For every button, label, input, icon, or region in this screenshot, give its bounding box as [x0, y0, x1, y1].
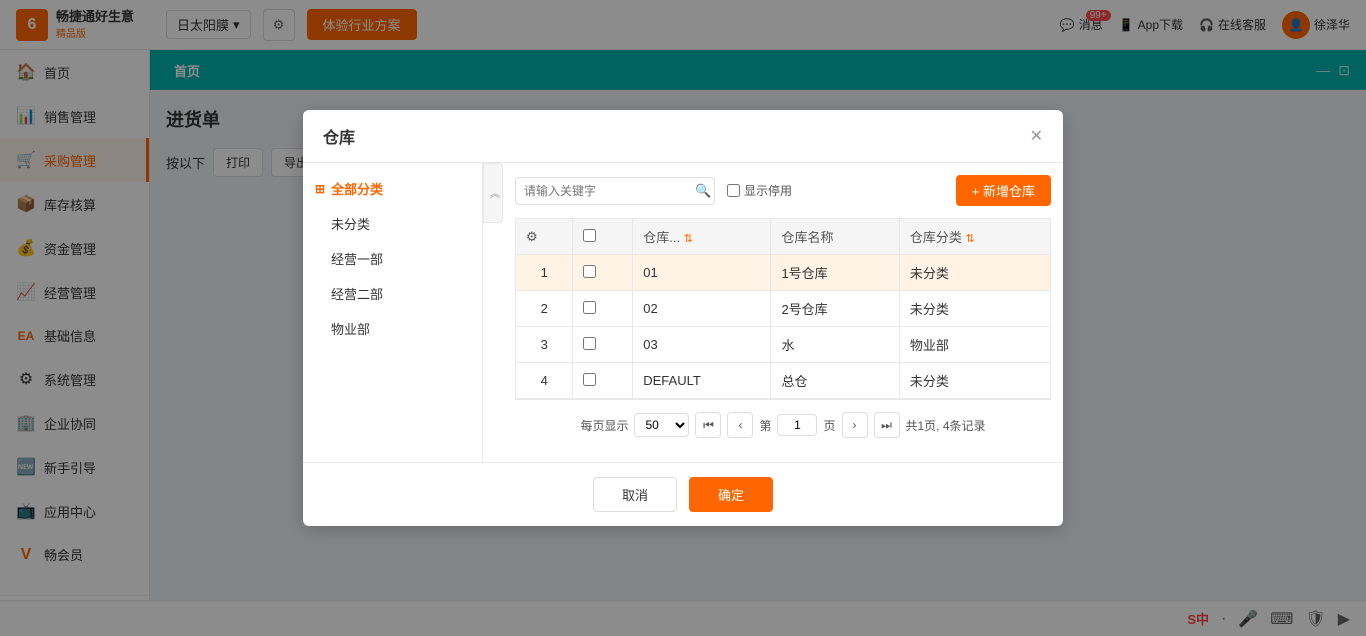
sort-category-icon[interactable]: ⇅	[966, 233, 975, 245]
category-item-dept1[interactable]: 经营一部	[303, 241, 482, 276]
row-checkbox[interactable]	[573, 327, 633, 363]
row-code: 01	[633, 255, 771, 291]
col-code-label: 仓库...	[643, 230, 680, 245]
row-select-checkbox[interactable]	[583, 373, 596, 386]
col-name: 仓库名称	[771, 219, 899, 255]
table-toolbar: 🔍 显示停用 + 新增仓库	[515, 175, 1051, 206]
modal-header: 仓库 ✕	[303, 110, 1063, 163]
category-item-uncategorized[interactable]: 未分类	[303, 206, 482, 241]
modal-body: ⊞ 全部分类 未分类 经营一部 经营二部 物业部 《	[303, 163, 1063, 462]
modal-overlay[interactable]: 仓库 ✕ ⊞ 全部分类 未分类 经营一部 经营二部	[0, 0, 1366, 636]
add-warehouse-button[interactable]: + 新增仓库	[956, 175, 1051, 206]
row-code: DEFAULT	[633, 363, 771, 399]
modal-footer: 取消 确定	[303, 462, 1063, 526]
search-icon[interactable]: 🔍	[687, 178, 715, 204]
row-num: 2	[516, 291, 573, 327]
row-category: 未分类	[899, 363, 1050, 399]
row-code: 02	[633, 291, 771, 327]
row-name: 1号仓库	[771, 255, 899, 291]
category-label: 未分类	[331, 217, 370, 232]
row-select-checkbox[interactable]	[583, 337, 596, 350]
table-panel: 🔍 显示停用 + 新增仓库 ⚙	[503, 163, 1063, 462]
modal-close-button[interactable]: ✕	[1030, 126, 1043, 146]
select-all-checkbox[interactable]	[583, 229, 596, 242]
prev-page-button[interactable]: ‹	[727, 412, 753, 438]
pagination: 每页显示 50 10 20 100 ⏮ ‹ 第 页 › ⏭ 共1页, 4条记录	[515, 399, 1051, 450]
disabled-checkbox[interactable]	[727, 184, 740, 197]
table-row[interactable]: 3 03 水 物业部	[516, 327, 1051, 363]
show-disabled-checkbox[interactable]: 显示停用	[727, 182, 792, 199]
col-category-label: 仓库分类	[910, 230, 962, 245]
warehouse-modal: 仓库 ✕ ⊞ 全部分类 未分类 经营一部 经营二部	[303, 110, 1063, 526]
row-num: 1	[516, 255, 573, 291]
table-row[interactable]: 4 DEFAULT 总仓 未分类	[516, 363, 1051, 399]
col-code: 仓库... ⇅	[633, 219, 771, 255]
category-panel: ⊞ 全部分类 未分类 经营一部 经营二部 物业部	[303, 163, 483, 462]
col-category: 仓库分类 ⇅	[899, 219, 1050, 255]
table-container: ⚙ 仓库... ⇅ 仓库名称 仓库分类 ⇅	[515, 218, 1051, 399]
collapse-icon: 《	[486, 188, 501, 198]
category-all-label: 全部分类	[331, 179, 383, 198]
total-info: 共1页, 4条记录	[906, 417, 986, 434]
last-page-button[interactable]: ⏭	[874, 412, 900, 438]
row-checkbox[interactable]	[573, 363, 633, 399]
page-unit-label: 页	[823, 417, 835, 434]
category-label: 经营二部	[331, 287, 383, 302]
row-code: 03	[633, 327, 771, 363]
row-checkbox[interactable]	[573, 291, 633, 327]
search-box: 🔍	[515, 177, 715, 205]
category-all-button[interactable]: ⊞ 全部分类	[303, 171, 482, 206]
row-num: 4	[516, 363, 573, 399]
row-num: 3	[516, 327, 573, 363]
col-gear: ⚙	[516, 219, 573, 255]
search-input[interactable]	[516, 179, 687, 203]
category-item-property[interactable]: 物业部	[303, 311, 482, 346]
row-name: 水	[771, 327, 899, 363]
sort-code-icon[interactable]: ⇅	[684, 233, 693, 245]
row-name: 总仓	[771, 363, 899, 399]
warehouse-table: ⚙ 仓库... ⇅ 仓库名称 仓库分类 ⇅	[515, 218, 1051, 399]
modal-title: 仓库	[323, 124, 355, 148]
table-row[interactable]: 2 02 2号仓库 未分类	[516, 291, 1051, 327]
row-category: 未分类	[899, 291, 1050, 327]
row-name: 2号仓库	[771, 291, 899, 327]
table-row[interactable]: 1 01 1号仓库 未分类	[516, 255, 1051, 291]
first-page-button[interactable]: ⏮	[695, 412, 721, 438]
row-select-checkbox[interactable]	[583, 265, 596, 278]
per-page-label: 每页显示	[580, 417, 628, 434]
collapse-panel-button[interactable]: 《	[483, 163, 503, 223]
col-checkbox	[573, 219, 633, 255]
next-page-button[interactable]: ›	[842, 412, 868, 438]
per-page-select[interactable]: 50 10 20 100	[634, 413, 689, 437]
row-checkbox[interactable]	[573, 255, 633, 291]
row-category: 未分类	[899, 255, 1050, 291]
cancel-button[interactable]: 取消	[593, 477, 677, 512]
grid-icon: ⊞	[315, 182, 325, 196]
page-label: 第	[759, 417, 771, 434]
category-label: 经营一部	[331, 252, 383, 267]
confirm-button[interactable]: 确定	[689, 477, 773, 512]
row-select-checkbox[interactable]	[583, 301, 596, 314]
category-label: 物业部	[331, 322, 370, 337]
category-item-dept2[interactable]: 经营二部	[303, 276, 482, 311]
table-body: 1 01 1号仓库 未分类 2 02 2号仓库 未分类 3 03 水 物业部 4…	[516, 255, 1051, 399]
row-category: 物业部	[899, 327, 1050, 363]
table-header: ⚙ 仓库... ⇅ 仓库名称 仓库分类 ⇅	[516, 219, 1051, 255]
page-number-input[interactable]	[777, 414, 817, 436]
show-disabled-label: 显示停用	[744, 182, 792, 199]
